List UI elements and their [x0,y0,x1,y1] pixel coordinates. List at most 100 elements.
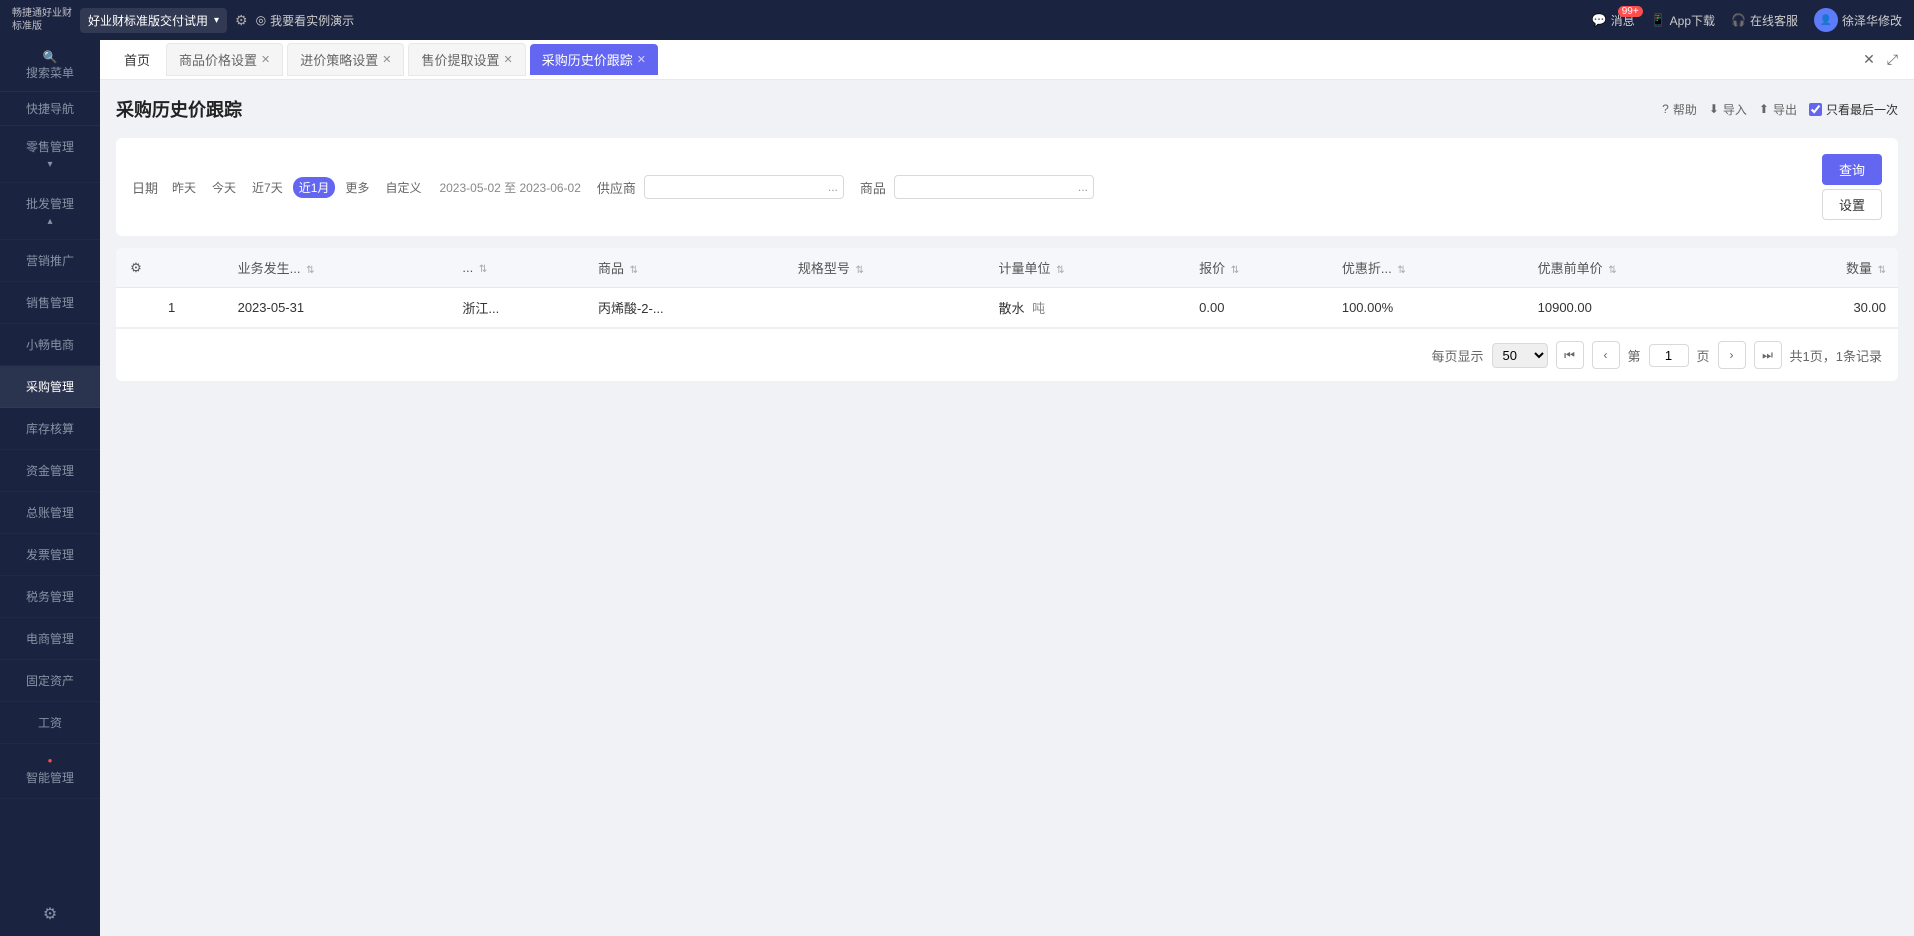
help-icon: ? [1662,102,1669,116]
avatar: 👤 [1814,8,1838,32]
date-opt-last7[interactable]: 近7天 [246,177,289,198]
sidebar-item-accounting[interactable]: 总账管理 [0,492,100,534]
table-header-spec[interactable]: 规格型号 ⇅ [786,248,987,288]
date-filter: 日期 昨天 今天 近7天 近1月 更多 自定义 2023-05-02 至 202… [132,177,581,198]
table-header-gear[interactable]: ⚙ [116,248,156,288]
date-opt-custom[interactable]: 自定义 [379,177,427,198]
page-input[interactable] [1649,344,1689,367]
app-download-button[interactable]: 📱 App下载 [1651,12,1715,29]
table-row: 1 2023-05-31 浙江... 丙烯酸-2-... 散水 吨 0.00 1… [116,288,1898,328]
app-logo: 畅捷通好业财 标准版 [12,7,72,33]
first-page-button[interactable]: ⏮ [1556,341,1584,369]
table-header-date[interactable]: 业务发生... ⇅ [226,248,451,288]
expand-panel-button[interactable]: ⤢ [1883,49,1902,70]
tab-panel-controls: ✕ ⤢ [1859,49,1902,70]
prev-page-button[interactable]: ‹ [1592,341,1620,369]
import-button[interactable]: ⬇ 导入 [1709,101,1747,118]
date-opt-last1m[interactable]: 近1月 [293,177,336,198]
sidebar-item-tax[interactable]: 税务管理 [0,576,100,618]
pagination-total: 共1页，1条记录 [1790,346,1882,365]
tab-close-icon[interactable]: ✕ [261,53,270,66]
last-page-button[interactable]: ⏭ [1754,341,1782,369]
sidebar-item-wholesale[interactable]: 批发管理 ▴ [0,183,100,240]
sort-icon[interactable]: ⇅ [1397,265,1405,276]
close-panel-button[interactable]: ✕ [1859,49,1879,70]
tab-close-icon[interactable]: ✕ [637,53,646,66]
date-options: 昨天 今天 近7天 近1月 更多 自定义 [166,177,427,198]
date-opt-today[interactable]: 今天 [206,177,242,198]
sidebar-item-finance[interactable]: 资金管理 [0,450,100,492]
product-ellipsis-icon[interactable]: ... [1078,180,1088,194]
table-header-ellipsis[interactable]: ... ⇅ [450,248,586,288]
tab-sale-extract[interactable]: 售价提取设置 ✕ [408,43,525,76]
table-header-quantity[interactable]: 数量 ⇅ [1755,248,1898,288]
only-last-checkbox[interactable] [1809,103,1822,116]
row-gear[interactable] [116,288,156,328]
next-page-button[interactable]: › [1718,341,1746,369]
sidebar-item-sales[interactable]: 销售管理 [0,282,100,324]
sidebar-item-marketing[interactable]: 营销推广 [0,240,100,282]
user-menu[interactable]: 👤 徐泽华修改 [1814,8,1902,32]
supplier-input[interactable] [644,175,844,199]
export-button[interactable]: ⬆ 导出 [1759,101,1797,118]
filter-settings-button[interactable]: 设置 [1822,189,1882,220]
sort-icon[interactable]: ⇅ [856,265,864,276]
topbar: 畅捷通好业财 标准版 好业财标准版交付试用 ▾ ⚙ ◎ 我要看实例演示 💬 消息… [0,0,1914,40]
sidebar-item-ecommerce-small[interactable]: 小畅电商 [0,324,100,366]
table-header-product[interactable]: 商品 ⇅ [586,248,786,288]
table-header-seq [156,248,226,288]
message-icon: 💬 [1592,13,1607,27]
settings-icon[interactable]: ⚙ [235,12,248,29]
table-header-price[interactable]: 报价 ⇅ [1187,248,1330,288]
tab-purchase-history[interactable]: 采购历史价跟踪 ✕ [530,44,658,75]
sort-icon[interactable]: ⇅ [1056,265,1064,276]
online-service-button[interactable]: 🎧 在线客服 [1731,12,1798,29]
sidebar-item-smart[interactable]: ● 智能管理 [0,744,100,799]
per-page-select[interactable]: 50 20 100 [1492,343,1548,368]
supplier-ellipsis-icon[interactable]: ... [828,180,838,194]
table-header-discount[interactable]: 优惠折... ⇅ [1330,248,1526,288]
chevron-up-icon: ▴ [47,216,52,227]
sidebar-item-payroll[interactable]: 工资 [0,702,100,744]
message-button[interactable]: 💬 消息 99+ [1592,12,1635,29]
tab-close-icon[interactable]: ✕ [382,53,391,66]
sidebar-item-assets[interactable]: 固定资产 [0,660,100,702]
product-input[interactable] [894,175,1094,199]
quick-nav[interactable]: 快捷导航 [0,92,100,126]
tab-home[interactable]: 首页 [112,44,162,75]
sort-icon[interactable]: ⇅ [1608,265,1616,276]
date-opt-yesterday[interactable]: 昨天 [166,177,202,198]
sort-icon[interactable]: ⇅ [1878,265,1886,276]
main-content: 首页 商品价格设置 ✕ 进价策略设置 ✕ 售价提取设置 ✕ 采购历史价跟踪 ✕ … [100,40,1914,936]
supplier-label: 供应商 [597,178,636,197]
sort-icon[interactable]: ⇅ [479,264,487,275]
page-header: 采购历史价跟踪 ? 帮助 ⬇ 导入 ⬆ 导出 [116,96,1898,122]
sidebar-gear-icon[interactable]: ⚙ [0,892,100,936]
version-selector[interactable]: 好业财标准版交付试用 ▾ [80,8,227,33]
help-button[interactable]: ? 帮助 [1662,101,1697,118]
sort-icon[interactable]: ⇅ [1231,265,1239,276]
chevron-down-icon: ▾ [214,15,219,26]
query-button[interactable]: 查询 [1822,154,1882,185]
tab-close-icon[interactable]: ✕ [504,53,513,66]
tab-purchase-strategy[interactable]: 进价策略设置 ✕ [287,43,404,76]
sidebar-item-retail[interactable]: 零售管理 ▾ [0,126,100,183]
sidebar-item-invoice[interactable]: 发票管理 [0,534,100,576]
sidebar-item-inventory[interactable]: 库存核算 [0,408,100,450]
sidebar-item-purchase[interactable]: 采购管理 [0,366,100,408]
table-header-unit[interactable]: 计量单位 ⇅ [987,248,1188,288]
page-area: 采购历史价跟踪 ? 帮助 ⬇ 导入 ⬆ 导出 [100,80,1914,936]
sidebar: 🔍 搜索菜单 快捷导航 零售管理 ▾ 批发管理 ▴ 营销推广 销售管理 小畅电商… [0,40,100,936]
export-icon: ⬆ [1759,102,1769,116]
table-header-pre-discount-price[interactable]: 优惠前单价 ⇅ [1526,248,1756,288]
tab-product-price[interactable]: 商品价格设置 ✕ [166,43,283,76]
sort-icon[interactable]: ⇅ [306,265,314,276]
sort-icon[interactable]: ⇅ [630,265,638,276]
headset-icon: 🎧 [1731,13,1746,27]
search-menu[interactable]: 🔍 搜索菜单 [0,40,100,92]
notification-dot: ● [48,756,53,765]
sidebar-item-ecommerce[interactable]: 电商管理 [0,618,100,660]
date-opt-more[interactable]: 更多 [339,177,375,198]
only-last-checkbox-wrap[interactable]: 只看最后一次 [1809,101,1898,118]
demo-button[interactable]: ◎ 我要看实例演示 [256,12,355,29]
